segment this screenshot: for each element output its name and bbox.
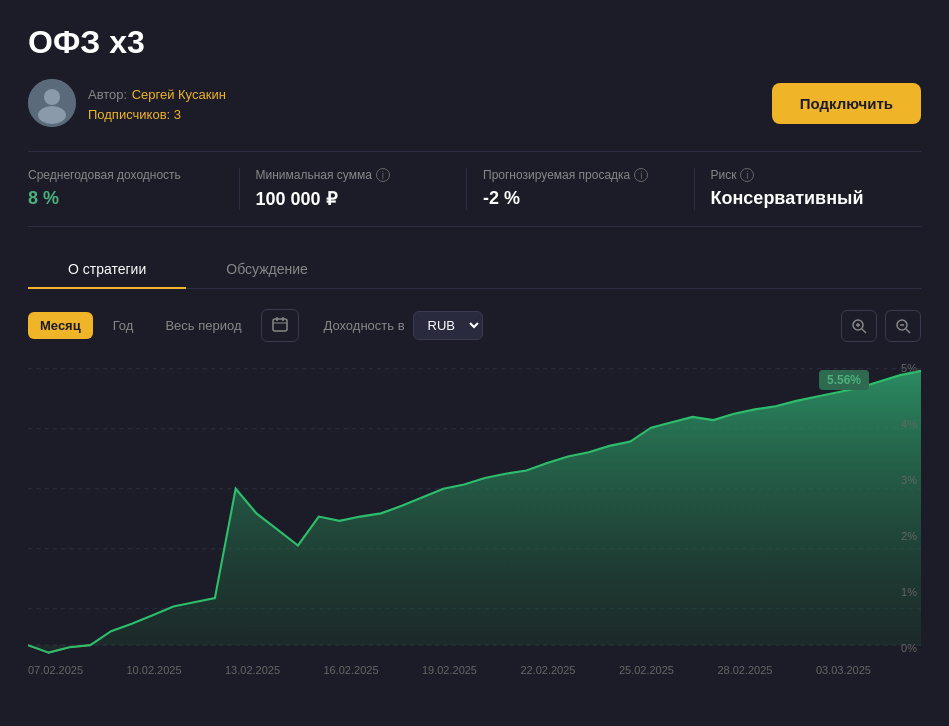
- period-month-button[interactable]: Месяц: [28, 312, 93, 339]
- min-amount-info-icon[interactable]: i: [376, 168, 390, 182]
- subscribers-row: Подписчиков: 3: [88, 107, 226, 122]
- subscribers-count: 3: [174, 107, 181, 122]
- stat-drawdown: Прогнозируемая просадка i -2 %: [467, 168, 695, 210]
- avatar-image: [28, 79, 76, 127]
- risk-info-icon[interactable]: i: [740, 168, 754, 182]
- stat-min-amount-value: 100 000 ₽: [256, 188, 451, 210]
- stat-risk: Риск i Консервативный: [695, 168, 922, 210]
- currency-select[interactable]: RUB USD: [413, 311, 483, 340]
- stats-row: Среднегодовая доходность 8 % Минимальная…: [28, 151, 921, 227]
- tabs-row: О стратегии Обсуждение: [28, 251, 921, 289]
- yield-control: Доходность в RUB USD: [323, 311, 482, 340]
- svg-point-1: [44, 89, 60, 105]
- zoom-controls: [841, 310, 921, 342]
- author-row: Автор: Сергей Кусакин Подписчиков: 3 Под…: [28, 79, 921, 127]
- author-name[interactable]: Сергей Кусакин: [132, 87, 226, 102]
- stat-min-amount: Минимальная сумма i 100 000 ₽: [240, 168, 468, 210]
- stat-annual-yield: Среднегодовая доходность 8 %: [28, 168, 240, 210]
- stat-drawdown-label: Прогнозируемая просадка i: [483, 168, 678, 182]
- author-label-row: Автор: Сергей Кусакин: [88, 85, 226, 103]
- author-text: Автор: Сергей Кусакин Подписчиков: 3: [88, 85, 226, 122]
- x-label-0: 07.02.2025: [28, 664, 83, 676]
- y-label-1: 1%: [871, 586, 921, 598]
- y-label-2: 2%: [871, 530, 921, 542]
- x-label-7: 28.02.2025: [717, 664, 772, 676]
- connect-button[interactable]: Подключить: [772, 83, 921, 124]
- stat-risk-value: Консервативный: [711, 188, 906, 209]
- x-label-2: 13.02.2025: [225, 664, 280, 676]
- tab-strategy[interactable]: О стратегии: [28, 251, 186, 289]
- stat-min-amount-label: Минимальная сумма i: [256, 168, 451, 182]
- chart-svg: [28, 358, 921, 658]
- yield-label: Доходность в: [323, 318, 404, 333]
- zoom-in-icon: [851, 318, 867, 334]
- stat-drawdown-value: -2 %: [483, 188, 678, 209]
- stat-risk-label: Риск i: [711, 168, 906, 182]
- x-label-8: 03.03.2025: [816, 664, 871, 676]
- calendar-button[interactable]: [261, 309, 299, 342]
- x-label-3: 16.02.2025: [323, 664, 378, 676]
- stat-annual-yield-value: 8 %: [28, 188, 223, 209]
- period-all-button[interactable]: Весь период: [153, 312, 253, 339]
- x-label-4: 19.02.2025: [422, 664, 477, 676]
- chart-y-labels: 5% 4% 3% 2% 1% 0%: [871, 358, 921, 658]
- zoom-out-button[interactable]: [885, 310, 921, 342]
- page-title: ОФЗ х3: [28, 24, 921, 61]
- stat-annual-yield-label: Среднегодовая доходность: [28, 168, 223, 182]
- y-label-5: 5%: [871, 362, 921, 374]
- period-year-button[interactable]: Год: [101, 312, 146, 339]
- chart-controls: Месяц Год Весь период Доходность в RUB U…: [28, 309, 921, 342]
- svg-point-2: [38, 106, 66, 124]
- chart-container: 5.56%: [28, 358, 921, 658]
- x-label-1: 10.02.2025: [126, 664, 181, 676]
- zoom-out-icon: [895, 318, 911, 334]
- svg-rect-3: [273, 319, 287, 331]
- drawdown-info-icon[interactable]: i: [634, 168, 648, 182]
- avatar: [28, 79, 76, 127]
- zoom-in-button[interactable]: [841, 310, 877, 342]
- x-label-5: 22.02.2025: [520, 664, 575, 676]
- author-prefix: Автор:: [88, 87, 127, 102]
- y-label-0: 0%: [871, 642, 921, 654]
- current-value-badge: 5.56%: [819, 370, 869, 390]
- x-label-6: 25.02.2025: [619, 664, 674, 676]
- subscribers-label: Подписчиков:: [88, 107, 170, 122]
- author-info: Автор: Сергей Кусакин Подписчиков: 3: [28, 79, 226, 127]
- chart-x-labels: 07.02.2025 10.02.2025 13.02.2025 16.02.2…: [28, 658, 921, 676]
- svg-line-10: [862, 329, 866, 333]
- svg-line-13: [906, 329, 910, 333]
- calendar-icon: [272, 316, 288, 332]
- tab-discussion[interactable]: Обсуждение: [186, 251, 348, 289]
- y-label-4: 4%: [871, 418, 921, 430]
- y-label-3: 3%: [871, 474, 921, 486]
